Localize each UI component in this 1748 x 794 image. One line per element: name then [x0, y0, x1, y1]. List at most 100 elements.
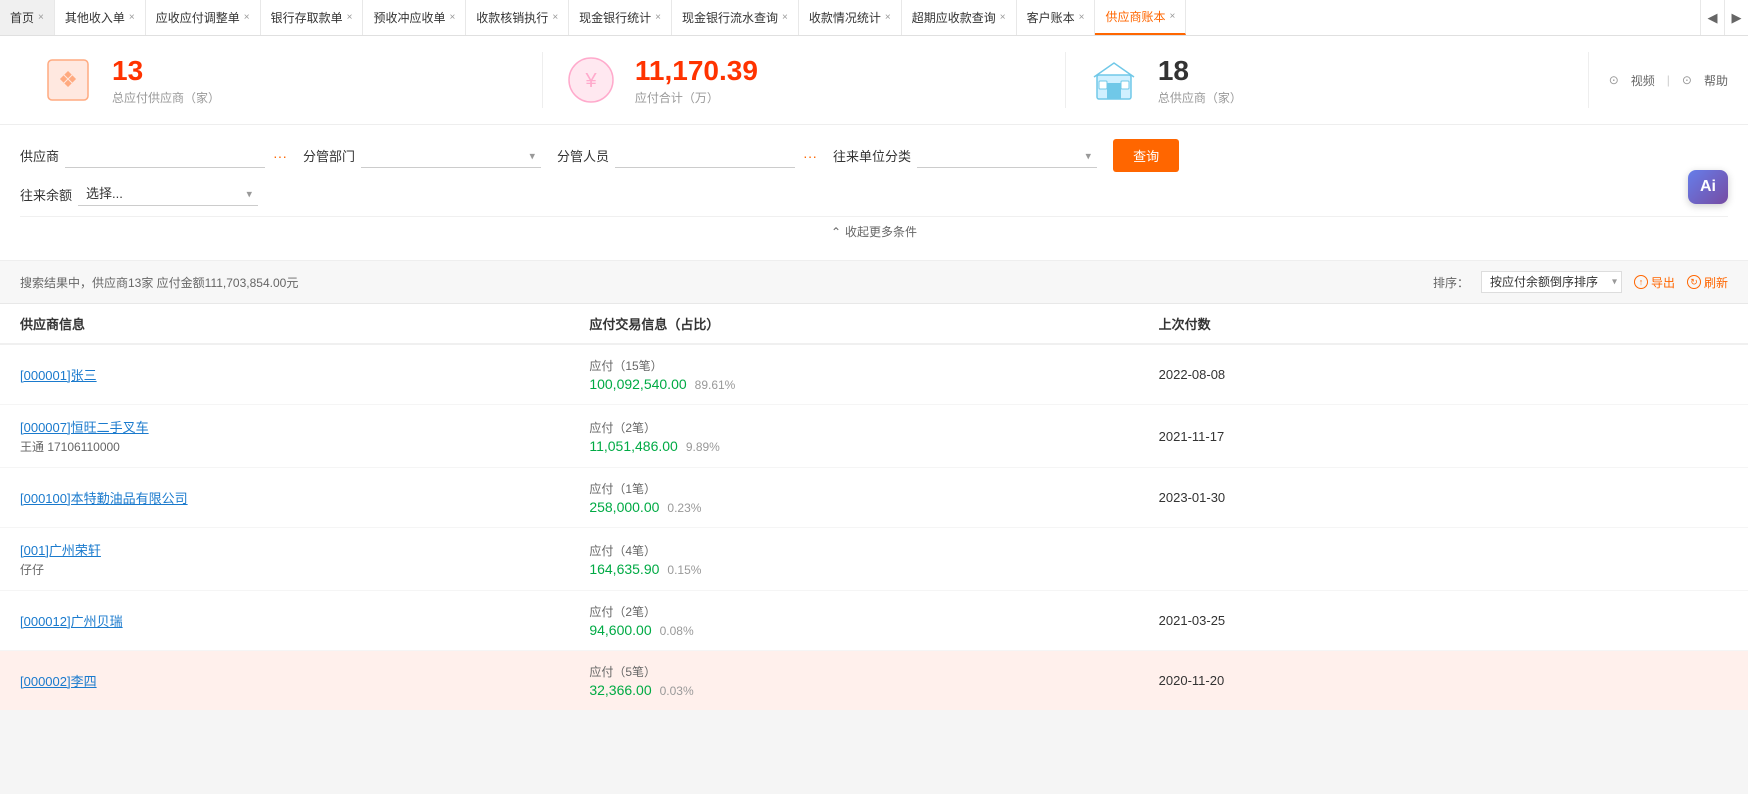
table-row: [001]广州荣轩仔仔 应付（4笔） 164,635.90 0.15%	[0, 528, 1748, 591]
nav-item-customer-ledger[interactable]: 客户账本 ×	[1017, 0, 1096, 35]
filter-supplier: 供应商 ···	[20, 144, 287, 168]
nav-item-collection-stat[interactable]: 收款情况统计×	[799, 0, 902, 35]
stat-icon-store	[1086, 52, 1142, 108]
nav-left-arrow[interactable]: ◀	[1700, 0, 1724, 35]
payable-label-2: 应付（1笔）	[589, 480, 1158, 497]
nav-item-prepay-ar[interactable]: 预收冲应收单 ×	[363, 0, 466, 35]
nav-close-cash-bank-stat[interactable]: ×	[655, 12, 661, 23]
nav-close-cash-bank-query[interactable]: ×	[782, 12, 788, 23]
result-text: 搜索结果中，供应商13家 应付金额111,703,854.00元	[20, 274, 298, 291]
ai-badge[interactable]: Ai	[1688, 170, 1728, 204]
export-label: 导出	[1651, 274, 1675, 291]
payable-amount-4: 94,600.00	[589, 622, 651, 638]
nav-right-arrow[interactable]: ▶	[1724, 0, 1748, 35]
table-row: [000007]恒旺二手叉车王通 17106110000 应付（2笔） 11,0…	[0, 405, 1748, 468]
filter-balance: 往来余额 选择...	[20, 182, 258, 206]
video-link[interactable]: 视频	[1631, 72, 1655, 89]
supplier-link-3[interactable]: [001]广州荣轩	[20, 543, 101, 558]
supplier-dots[interactable]: ···	[273, 148, 287, 164]
nav-item-bank-deposit[interactable]: 银行存取款单 ×	[261, 0, 364, 35]
nav-item-supplier-ledger[interactable]: 供应商账本×	[1095, 0, 1186, 35]
balance-label: 往来余额	[20, 185, 72, 204]
balance-select-wrapper: 选择...	[78, 182, 258, 206]
payable-amount-0: 100,092,540.00	[589, 376, 686, 392]
payable-label-3: 应付（4笔）	[589, 542, 1158, 559]
stat-label-suppliers: 总应付供应商（家）	[112, 89, 220, 106]
nav-close-ar-ap-adjust[interactable]: ×	[244, 12, 250, 23]
nav-item-other-income[interactable]: 其他收入单×	[55, 0, 146, 35]
collapse-icon: ⌃	[831, 225, 841, 239]
category-select-wrapper	[917, 144, 1097, 168]
video-icon: ⊙	[1609, 73, 1619, 87]
svg-text:¥: ¥	[584, 70, 597, 92]
supplier-link-0[interactable]: [000001]张三	[20, 368, 97, 383]
stat-label-total: 应付合计（万）	[635, 89, 758, 106]
last-payment-cell-1: 2021-11-17	[1159, 429, 1728, 444]
separator: |	[1667, 73, 1670, 87]
result-bar-right: 排序： 按应付余额倒序排序 按应付余额升序排序 按日期倒序排序 ↑ 导出 ↻ 刷…	[1433, 271, 1728, 293]
nav-close-prepay-ar[interactable]: ×	[449, 12, 455, 23]
nav-item-payment-verify[interactable]: 收款核销执行×	[466, 0, 569, 35]
supplier-link-4[interactable]: [000012]广州贝瑞	[20, 614, 123, 629]
last-payment-cell-4: 2021-03-25	[1159, 613, 1728, 628]
nav-close-bank-deposit[interactable]: ×	[347, 12, 353, 23]
supplier-sub-3: 仔仔	[20, 561, 589, 578]
table-area: 供应商信息 应付交易信息（占比） 上次付数 [000001]张三 应付（15笔）…	[0, 304, 1748, 711]
table-header: 供应商信息 应付交易信息（占比） 上次付数	[0, 304, 1748, 345]
nav-label: 现金银行流水查询	[682, 9, 778, 26]
nav-close-customer-ledger[interactable]: ×	[1079, 12, 1085, 23]
filter-department: 分管部门	[303, 144, 541, 168]
query-button[interactable]: 查询	[1113, 139, 1179, 172]
payable-label-5: 应付（5笔）	[589, 663, 1158, 680]
export-button[interactable]: ↑ 导出	[1634, 274, 1675, 291]
supplier-cell-4: [000012]广州贝瑞	[20, 611, 589, 630]
nav-close-other-income[interactable]: ×	[129, 12, 135, 23]
stat-value-total-sup: 18	[1158, 54, 1242, 88]
person-label: 分管人员	[557, 146, 609, 165]
supplier-link-1[interactable]: [000007]恒旺二手叉车	[20, 420, 149, 435]
person-dots[interactable]: ···	[803, 148, 817, 164]
nav-item-home[interactable]: 首页 ×	[0, 0, 55, 35]
nav-item-ar-ap-adjust[interactable]: 应收应付调整单×	[146, 0, 261, 35]
nav-label: 客户账本	[1027, 9, 1075, 26]
nav-label: 首页	[10, 9, 34, 26]
person-input[interactable]	[615, 144, 795, 168]
nav-close-overdue-ar-query[interactable]: ×	[1000, 12, 1006, 23]
last-payment-4: 2021-03-25	[1159, 613, 1226, 628]
payable-cell-4: 应付（2笔） 94,600.00 0.08%	[589, 603, 1158, 638]
nav-close-payment-verify[interactable]: ×	[552, 12, 558, 23]
nav-item-overdue-ar-query[interactable]: 超期应收款查询×	[902, 0, 1017, 35]
nav-close-collection-stat[interactable]: ×	[885, 12, 891, 23]
payable-row-0: 100,092,540.00 89.61%	[589, 374, 1158, 392]
collapse-button[interactable]: ⌃ 收起更多条件	[20, 216, 1728, 246]
last-payment-cell-5: 2020-11-20	[1159, 673, 1728, 688]
nav-bar: 首页×其他收入单×应收应付调整单×银行存取款单×预收冲应收单×收款核销执行×现金…	[0, 0, 1748, 36]
supplier-cell-5: [000002]李四	[20, 671, 589, 690]
sort-select[interactable]: 按应付余额倒序排序 按应付余额升序排序 按日期倒序排序	[1481, 271, 1622, 293]
payable-label-4: 应付（2笔）	[589, 603, 1158, 620]
supplier-link-5[interactable]: [000002]李四	[20, 674, 97, 689]
payable-row-2: 258,000.00 0.23%	[589, 497, 1158, 515]
supplier-cell-2: [000100]本特勤油品有限公司	[20, 488, 589, 507]
filter-row-1: 供应商 ··· 分管部门 分管人员 ··· 往来单位分类	[20, 139, 1728, 172]
payable-row-4: 94,600.00 0.08%	[589, 620, 1158, 638]
result-bar: 搜索结果中，供应商13家 应付金额111,703,854.00元 排序： 按应付…	[0, 261, 1748, 304]
nav-label: 现金银行统计	[579, 9, 651, 26]
nav-item-cash-bank-stat[interactable]: 现金银行统计 ×	[569, 0, 672, 35]
last-payment-5: 2020-11-20	[1159, 673, 1225, 688]
nav-label: 银行存取款单	[271, 9, 343, 26]
supplier-input[interactable]	[65, 144, 265, 168]
refresh-button[interactable]: ↻ 刷新	[1687, 274, 1728, 291]
nav-close-home[interactable]: ×	[38, 12, 44, 23]
nav-item-cash-bank-query[interactable]: 现金银行流水查询 ×	[672, 0, 799, 35]
balance-select[interactable]: 选择...	[78, 182, 258, 206]
table-row: [000001]张三 应付（15笔） 100,092,540.00 89.61%…	[0, 345, 1748, 405]
stat-icon-suppliers: ❖	[40, 52, 96, 108]
help-link[interactable]: 帮助	[1704, 72, 1728, 89]
nav-label: 预收冲应收单	[373, 9, 445, 26]
department-select[interactable]	[361, 144, 541, 168]
category-select[interactable]	[917, 144, 1097, 168]
supplier-link-2[interactable]: [000100]本特勤油品有限公司	[20, 491, 188, 506]
table-row: [000012]广州贝瑞 应付（2笔） 94,600.00 0.08% 2021…	[0, 591, 1748, 651]
nav-close-supplier-ledger[interactable]: ×	[1169, 11, 1175, 22]
